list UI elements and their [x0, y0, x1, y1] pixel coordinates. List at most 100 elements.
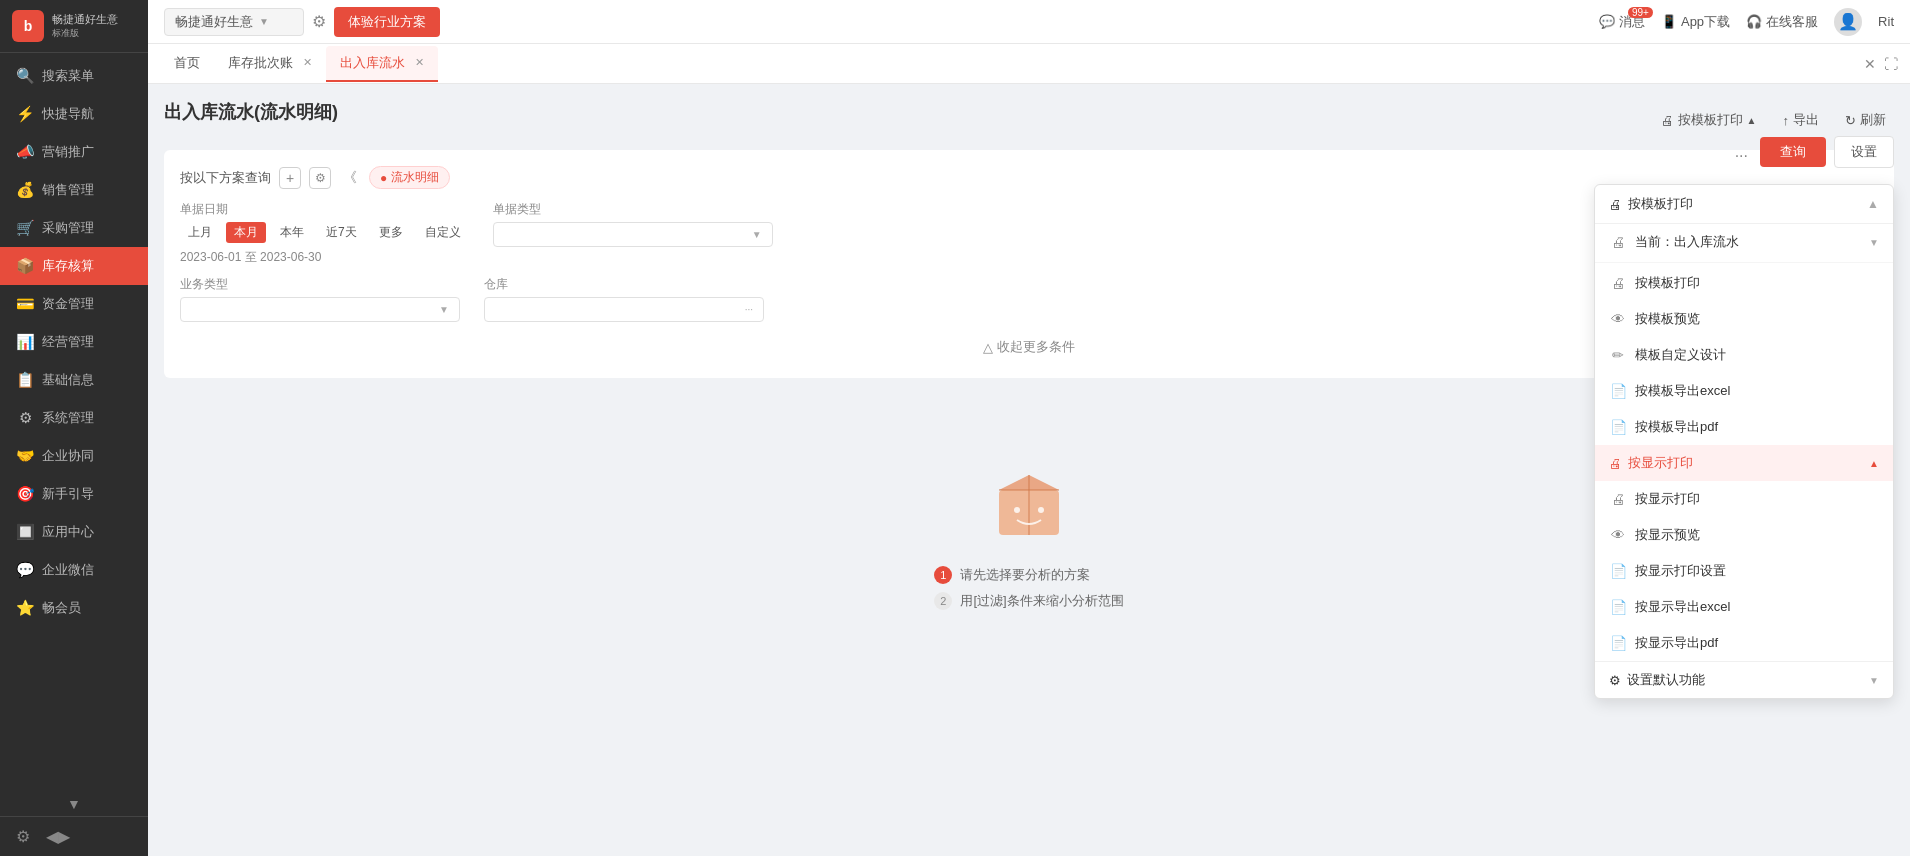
sidebar-item-finance[interactable]: 💳 资金管理: [0, 285, 148, 323]
sidebar-item-apps[interactable]: 🔲 应用中心: [0, 513, 148, 551]
export-button[interactable]: ↑ 导出: [1775, 107, 1828, 133]
template-print-button[interactable]: 🖨 按模板打印 ▲: [1653, 107, 1765, 133]
filter-collapse-button[interactable]: 《: [339, 167, 361, 189]
dropdown-footer[interactable]: ⚙ 设置默认功能 ▼: [1595, 661, 1893, 698]
empty-illustration: [979, 450, 1079, 550]
doc-type-select[interactable]: ▼: [493, 222, 773, 247]
topbar: 畅捷通好生意 ▼ ⚙ 体验行业方案 💬 消息 99+ 📱 App下载 🎧 在线客…: [148, 0, 1910, 44]
sidebar-item-guide[interactable]: 🎯 新手引导: [0, 475, 148, 513]
filter-settings-button[interactable]: ⚙: [309, 167, 331, 189]
sidebar-item-member[interactable]: ⭐ 畅会员: [0, 589, 148, 627]
megaphone-icon: 📣: [16, 143, 34, 161]
warehouse-select[interactable]: ···: [484, 297, 764, 322]
dropdown-header: 🖨 按模板打印 ▲: [1595, 185, 1893, 224]
star-icon: ⭐: [16, 599, 34, 617]
tab-flowwater[interactable]: 出入库流水 ✕: [326, 46, 438, 82]
dropdown-footer-text: ⚙ 设置默认功能: [1609, 671, 1705, 689]
topbar-brand[interactable]: 畅捷通好生意 ▼: [164, 8, 304, 36]
shortcut-more[interactable]: 更多: [371, 222, 411, 243]
dropdown-template-print[interactable]: 🖨 按模板打印: [1595, 265, 1893, 301]
settings-bottom-icon[interactable]: ⚙: [16, 827, 30, 846]
display-excel-icon: 📄: [1609, 599, 1627, 615]
sidebar-item-purchase[interactable]: 🛒 采购管理: [0, 209, 148, 247]
sidebar-item-system[interactable]: ⚙ 系统管理: [0, 399, 148, 437]
topbar-left: 畅捷通好生意 ▼ ⚙ 体验行业方案: [164, 7, 1587, 37]
tab-close-flowwater[interactable]: ✕: [415, 56, 424, 69]
shortcut-this-month[interactable]: 本月: [226, 222, 266, 243]
printer-icon: 🖨: [1661, 113, 1674, 128]
footer-chevron-icon: ▼: [1869, 675, 1879, 686]
list-icon: 📋: [16, 371, 34, 389]
phone-icon: 📱: [1661, 14, 1677, 29]
box-icon: 📦: [16, 257, 34, 275]
brand-chevron-icon: ▼: [259, 16, 269, 27]
settings-button[interactable]: 设置: [1834, 136, 1894, 168]
sidebar-item-wechat[interactable]: 💬 企业微信: [0, 551, 148, 589]
dropdown-current[interactable]: 🖨 当前：出入库流水 ▼: [1595, 224, 1893, 260]
filter-tag-flowwater[interactable]: ● 流水明细: [369, 166, 450, 189]
current-icon: 🖨: [1609, 234, 1627, 250]
filter-add-button[interactable]: +: [279, 167, 301, 189]
more-dots-button[interactable]: ...: [1731, 143, 1752, 161]
export-icon: ↑: [1783, 113, 1790, 128]
tab-home[interactable]: 首页: [160, 46, 214, 82]
collapse-icon[interactable]: ◀▶: [46, 827, 70, 846]
app-logo-text: 畅捷通好生意 标准版: [52, 12, 118, 39]
trial-button[interactable]: 体验行业方案: [334, 7, 440, 37]
app-download-button[interactable]: 📱 App下载: [1661, 13, 1730, 31]
topbar-gear-icon[interactable]: ⚙: [312, 12, 326, 31]
current-chevron-icon: ▼: [1869, 237, 1879, 248]
dropdown-collapse-icon[interactable]: ▲: [1867, 197, 1879, 211]
sidebar-item-marketing[interactable]: 📣 营销推广: [0, 133, 148, 171]
date-range-display: 2023-06-01 至 2023-06-30: [180, 249, 469, 266]
sidebar-item-collab[interactable]: 🤝 企业协同: [0, 437, 148, 475]
display-print-icon: 🖨: [1609, 456, 1622, 471]
display-print-section-header[interactable]: 🖨 按显示打印 ▲: [1595, 445, 1893, 481]
dropdown-template-custom[interactable]: ✏ 模板自定义设计: [1595, 337, 1893, 373]
dropdown-display-settings[interactable]: 📄 按显示打印设置: [1595, 553, 1893, 589]
sidebar-item-shortcut[interactable]: ⚡ 快捷导航: [0, 95, 148, 133]
dropdown-template-preview[interactable]: 👁 按模板预览: [1595, 301, 1893, 337]
dropdown-display-excel[interactable]: 📄 按显示导出excel: [1595, 589, 1893, 625]
dropdown-template-excel[interactable]: 📄 按模板导出excel: [1595, 373, 1893, 409]
sidebar-item-operations[interactable]: 📊 经营管理: [0, 323, 148, 361]
biz-type-select[interactable]: ▼: [180, 297, 460, 322]
online-service-button[interactable]: 🎧 在线客服: [1746, 13, 1818, 31]
shortcut-this-year[interactable]: 本年: [272, 222, 312, 243]
tab-close-batch[interactable]: ✕: [303, 56, 312, 69]
notification-button[interactable]: 💬 消息 99+: [1599, 13, 1645, 31]
sidebar-scroll-down[interactable]: ▼: [0, 792, 148, 816]
query-button[interactable]: 查询: [1760, 137, 1826, 167]
dropdown-scrollable: 🖨 当前：出入库流水 ▼ 🖨 按模板打印 👁 按模板预览 ✏ 模板自定义设计: [1595, 224, 1893, 661]
wechat-icon: 💬: [16, 561, 34, 579]
refresh-button[interactable]: ↻ 刷新: [1837, 107, 1894, 133]
sidebar-item-inventory[interactable]: 📦 库存核算: [0, 247, 148, 285]
sidebar-item-sales[interactable]: 💰 销售管理: [0, 171, 148, 209]
shortcut-7days[interactable]: 近7天: [318, 222, 365, 243]
display-print-item-icon: 🖨: [1609, 491, 1627, 507]
dropdown-template-pdf[interactable]: 📄 按模板导出pdf: [1595, 409, 1893, 445]
close-window-icon[interactable]: ✕: [1864, 56, 1876, 72]
warehouse-more-icon[interactable]: ···: [745, 304, 753, 315]
svg-point-5: [1038, 507, 1044, 513]
excel-icon: 📄: [1609, 383, 1627, 399]
main-wrapper: 畅捷通好生意 ▼ ⚙ 体验行业方案 💬 消息 99+ 📱 App下载 🎧 在线客…: [148, 0, 1910, 856]
money-icon: 💰: [16, 181, 34, 199]
user-avatar[interactable]: 👤: [1834, 8, 1862, 36]
chevron-up-icon: △: [983, 340, 993, 355]
maximize-icon[interactable]: ⛶: [1884, 56, 1898, 72]
display-print-section-title: 🖨 按显示打印: [1609, 454, 1693, 472]
bell-icon: 💬: [1599, 14, 1615, 29]
dropdown-display-pdf[interactable]: 📄 按显示导出pdf: [1595, 625, 1893, 661]
dropdown-display-print[interactable]: 🖨 按显示打印: [1595, 481, 1893, 517]
shortcut-custom[interactable]: 自定义: [417, 222, 469, 243]
sidebar-menu: 🔍 搜索菜单 ⚡ 快捷导航 📣 营销推广 💰 销售管理 🛒 采购管理 📦 库存核…: [0, 53, 148, 792]
sidebar-item-search[interactable]: 🔍 搜索菜单: [0, 57, 148, 95]
preview-icon: 👁: [1609, 311, 1627, 327]
sidebar-item-basic[interactable]: 📋 基础信息: [0, 361, 148, 399]
tab-batch[interactable]: 库存批次账 ✕: [214, 46, 326, 82]
shortcut-last-month[interactable]: 上月: [180, 222, 220, 243]
username-label[interactable]: Rit: [1878, 14, 1894, 29]
pdf-icon: 📄: [1609, 419, 1627, 435]
dropdown-display-preview[interactable]: 👁 按显示预览: [1595, 517, 1893, 553]
